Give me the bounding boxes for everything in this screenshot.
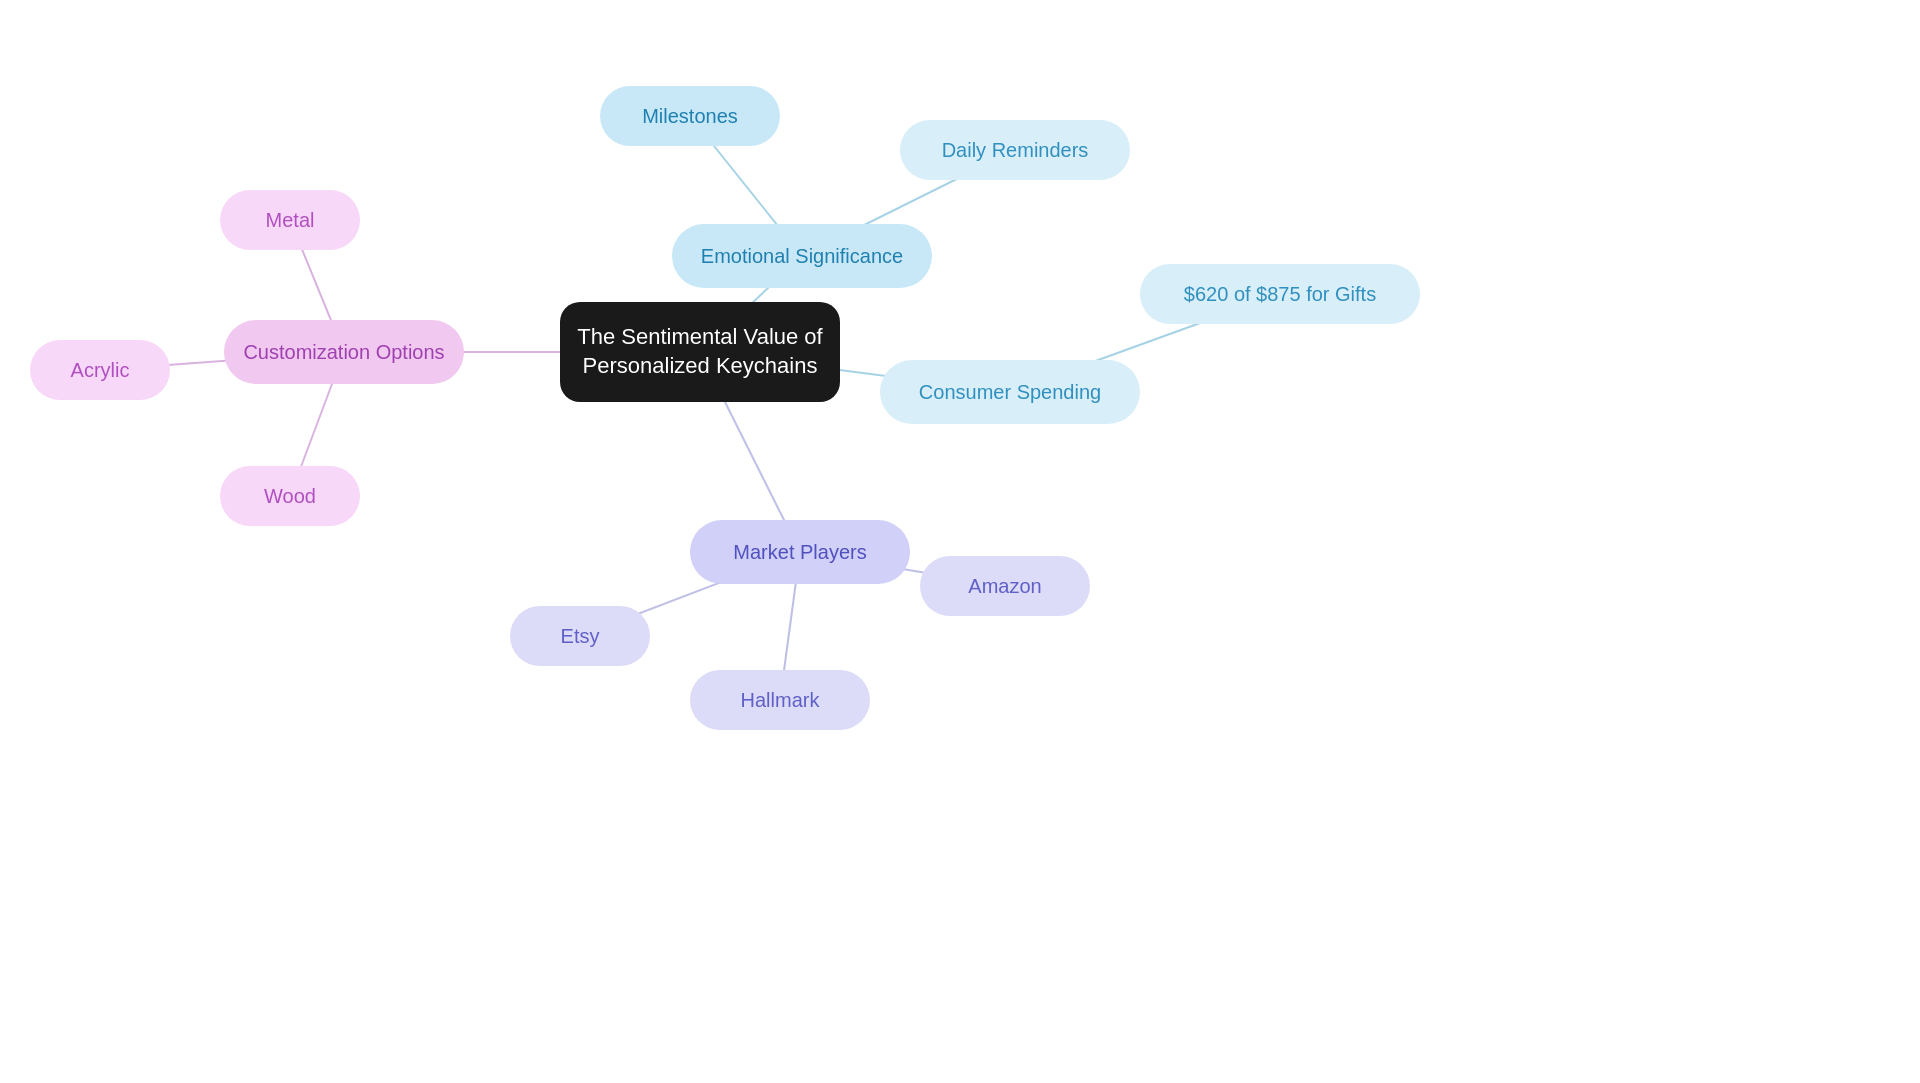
daily-reminders-label: Daily Reminders [942, 139, 1089, 162]
acrylic-node: Acrylic [30, 340, 170, 400]
metal-label: Metal [266, 209, 315, 232]
etsy-node: Etsy [510, 606, 650, 666]
milestones-label: Milestones [642, 105, 738, 128]
daily-reminders-node: Daily Reminders [900, 120, 1130, 180]
acrylic-label: Acrylic [71, 359, 130, 382]
metal-node: Metal [220, 190, 360, 250]
wood-node: Wood [220, 466, 360, 526]
market-players-label: Market Players [733, 541, 866, 564]
hallmark-node: Hallmark [690, 670, 870, 730]
emotional-node: Emotional Significance [672, 224, 932, 288]
wood-label: Wood [264, 485, 316, 508]
consumer-spending-label: Consumer Spending [919, 381, 1101, 404]
emotional-label: Emotional Significance [701, 245, 903, 268]
customization-node: Customization Options [224, 320, 464, 384]
center-node: The Sentimental Value of Personalized Ke… [560, 302, 840, 402]
gifts-node: $620 of $875 for Gifts [1140, 264, 1420, 324]
hallmark-label: Hallmark [741, 689, 820, 712]
etsy-label: Etsy [561, 625, 600, 648]
customization-label: Customization Options [243, 341, 444, 364]
center-label: The Sentimental Value of Personalized Ke… [577, 323, 822, 380]
gifts-label: $620 of $875 for Gifts [1184, 283, 1376, 306]
amazon-label: Amazon [968, 575, 1041, 598]
amazon-node: Amazon [920, 556, 1090, 616]
consumer-spending-node: Consumer Spending [880, 360, 1140, 424]
market-players-node: Market Players [690, 520, 910, 584]
milestones-node: Milestones [600, 86, 780, 146]
